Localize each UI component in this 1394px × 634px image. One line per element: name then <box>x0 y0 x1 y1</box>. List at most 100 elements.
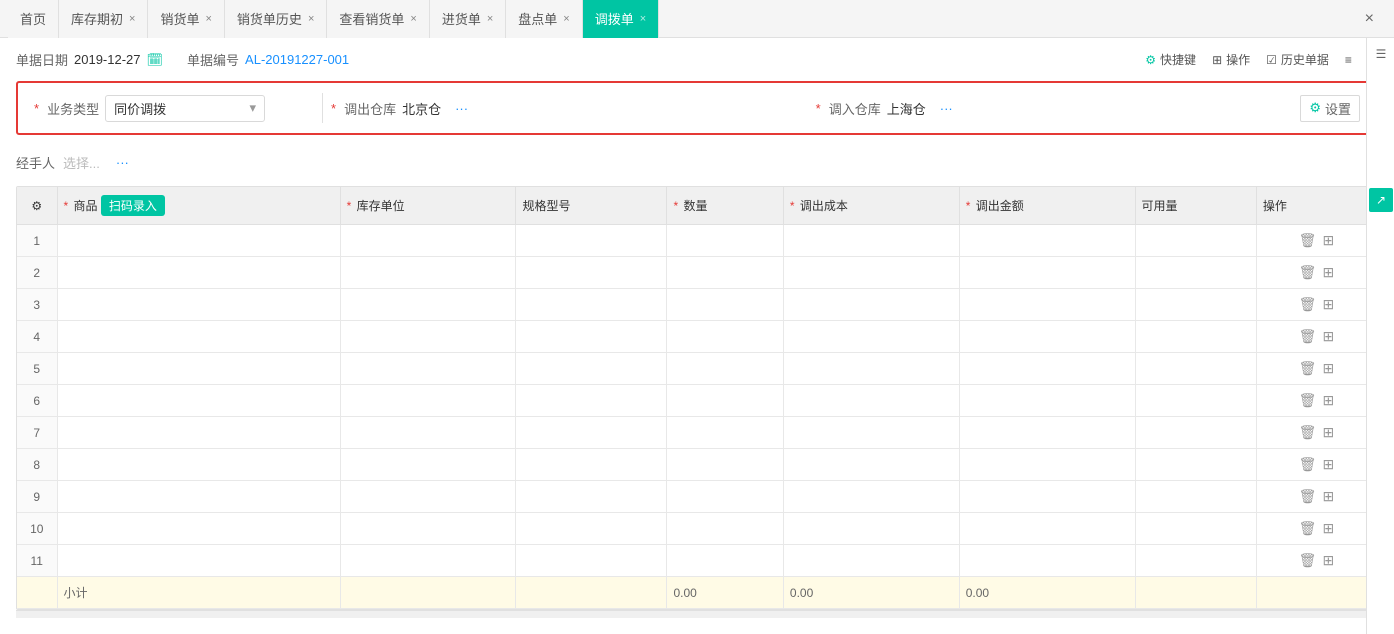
tab-close-inventory-init[interactable]: × <box>129 13 135 25</box>
shortcut-btn[interactable]: ⚙ 快捷键 <box>1145 51 1196 68</box>
delete-icon[interactable]: 🗑 <box>1299 552 1317 569</box>
copy-icon[interactable]: ⊞ <box>1322 264 1334 281</box>
person-more-btn[interactable]: ··· <box>116 155 129 170</box>
delete-icon[interactable]: 🗑 <box>1299 296 1317 313</box>
copy-icon[interactable]: ⊞ <box>1322 488 1334 505</box>
tab-inventory-check[interactable]: 盘点单 × <box>506 0 582 38</box>
table-row: 10🗑⊞ <box>17 513 1377 545</box>
tab-close-sales-history[interactable]: × <box>308 13 314 25</box>
person-label: 经手人 <box>16 153 55 172</box>
table-row: 2🗑⊞ <box>17 257 1377 289</box>
horizontal-scrollbar[interactable] <box>16 610 1378 618</box>
tab-transfer-order[interactable]: 调拨单 × <box>583 0 659 38</box>
person-select[interactable]: 选择... <box>63 153 100 172</box>
copy-icon[interactable]: ⊞ <box>1322 392 1334 409</box>
copy-icon[interactable]: ⊞ <box>1322 296 1334 313</box>
subtotal-amount: 0.00 <box>959 577 1135 609</box>
settings-gear-icon: ⚙ <box>1309 100 1321 116</box>
business-type-label: 业务类型 <box>47 99 99 118</box>
operations-btn[interactable]: ⊞ 操作 <box>1212 51 1250 68</box>
data-table-container: ⚙ * 商品 扫码录入 * 库存单位 规格型号 * <box>16 186 1378 610</box>
sidebar-export-btn[interactable]: ↗ <box>1369 188 1393 212</box>
tab-bar: 首页 库存期初 × 销货单 × 销货单历史 × 查看销货单 × 进货单 × 盘点… <box>0 0 1394 38</box>
date-field: 单据日期 2019-12-27 🗓 <box>16 50 163 69</box>
delete-icon[interactable]: 🗑 <box>1299 328 1317 345</box>
table-row: 9🗑⊞ <box>17 481 1377 513</box>
copy-icon[interactable]: ⊞ <box>1322 328 1334 345</box>
transfer-out-value: 北京仓 <box>402 99 441 118</box>
date-value: 2019-12-27 <box>74 52 141 67</box>
transfer-in-value: 上海仓 <box>887 99 926 118</box>
table-row: 4🗑⊞ <box>17 321 1377 353</box>
tab-sales-history[interactable]: 销货单历史 × <box>225 0 327 38</box>
table-row: 7🗑⊞ <box>17 417 1377 449</box>
history-btn[interactable]: ☑ 历史单据 <box>1266 51 1329 68</box>
main-content: 单据日期 2019-12-27 🗓 单据编号 AL-20191227-001 ⚙… <box>0 38 1394 630</box>
business-type-group: * 业务类型 同价调拨 ▾ <box>34 95 314 122</box>
grid-icon: ⊞ <box>1212 53 1222 67</box>
delete-icon[interactable]: 🗑 <box>1299 360 1317 377</box>
table-body: 1🗑⊞ 2🗑⊞ 3🗑⊞ 4🗑⊞ 5🗑⊞ 6🗑⊞ 7🗑⊞ 8🗑⊞ 9🗑⊞ 10🗑⊞… <box>17 225 1377 609</box>
delete-icon[interactable]: 🗑 <box>1299 392 1317 409</box>
tab-close-view-sales[interactable]: × <box>410 13 416 25</box>
copy-icon[interactable]: ⊞ <box>1322 424 1334 441</box>
tab-inventory-init[interactable]: 库存期初 × <box>59 0 148 38</box>
settings-btn[interactable]: ⚙ 设置 <box>1300 95 1360 122</box>
tab-close-sales-order[interactable]: × <box>205 13 211 25</box>
toolbar-right: ⚙ 快捷键 ⊞ 操作 ☑ 历史单据 ≡ ⊟ <box>1145 51 1378 68</box>
calendar-icon[interactable]: 🗓 <box>147 52 164 68</box>
transfer-out-label: 调出仓库 <box>344 99 396 118</box>
layout-btn1[interactable]: ≡ <box>1345 53 1352 67</box>
layout-icon1: ≡ <box>1345 53 1352 67</box>
gear-icon: ⚙ <box>1145 53 1156 67</box>
tab-home[interactable]: 首页 <box>8 0 59 38</box>
transfer-out-more-btn[interactable]: ··· <box>455 101 468 116</box>
settings-icon: ⚙ <box>31 199 42 213</box>
delete-icon[interactable]: 🗑 <box>1299 424 1317 441</box>
delete-icon[interactable]: 🗑 <box>1299 264 1317 281</box>
delete-icon[interactable]: 🗑 <box>1299 232 1317 249</box>
form-divider1 <box>322 93 323 123</box>
tab-close-inventory-check[interactable]: × <box>563 13 569 25</box>
number-value: AL-20191227-001 <box>245 52 349 67</box>
tab-sales-order[interactable]: 销货单 × <box>148 0 224 38</box>
copy-icon[interactable]: ⊞ <box>1322 456 1334 473</box>
copy-icon[interactable]: ⊞ <box>1322 520 1334 537</box>
th-transfer-amount: * 调出金额 <box>959 187 1135 225</box>
export-icon: ↗ <box>1376 193 1386 207</box>
subtotal-label: 小计 <box>57 577 340 609</box>
form-section: * 业务类型 同价调拨 ▾ * 调出仓库 北京仓 ··· * 调入仓库 上海仓 … <box>16 81 1378 135</box>
th-unit: * 库存单位 <box>340 187 516 225</box>
number-label: 单据编号 <box>187 50 239 69</box>
sidebar-list-btn[interactable]: ☰ <box>1369 42 1393 66</box>
scan-btn[interactable]: 扫码录入 <box>101 195 165 216</box>
date-label: 单据日期 <box>16 50 68 69</box>
right-sidebar: ☰ ↗ <box>1366 38 1394 634</box>
copy-icon[interactable]: ⊞ <box>1322 360 1334 377</box>
subtotal-row: 小计 0.00 0.00 0.00 <box>17 577 1377 609</box>
copy-icon[interactable]: ⊞ <box>1322 232 1334 249</box>
subtotal-quantity: 0.00 <box>667 577 783 609</box>
th-actions: 操作 <box>1256 187 1376 225</box>
tab-view-sales[interactable]: 查看销货单 × <box>327 0 429 38</box>
copy-icon[interactable]: ⊞ <box>1322 552 1334 569</box>
delete-icon[interactable]: 🗑 <box>1299 520 1317 537</box>
tab-purchase-order[interactable]: 进货单 × <box>430 0 506 38</box>
transfer-in-more-btn[interactable]: ··· <box>940 101 953 116</box>
th-settings[interactable]: ⚙ <box>17 187 57 225</box>
list-icon: ☰ <box>1376 47 1387 61</box>
chevron-down-icon: ▾ <box>250 100 257 116</box>
person-field: 经手人 选择... ··· <box>16 153 129 172</box>
required-star-business: * <box>34 101 39 116</box>
th-spec: 规格型号 <box>516 187 667 225</box>
tab-close-purchase[interactable]: × <box>487 13 493 25</box>
transfer-in-label: 调入仓库 <box>829 99 881 118</box>
table-header: ⚙ * 商品 扫码录入 * 库存单位 规格型号 * <box>17 187 1377 225</box>
tab-close-transfer[interactable]: × <box>640 13 646 25</box>
window-close-btn[interactable]: × <box>1353 10 1386 28</box>
delete-icon[interactable]: 🗑 <box>1299 456 1317 473</box>
delete-icon[interactable]: 🗑 <box>1299 488 1317 505</box>
table-row: 8🗑⊞ <box>17 449 1377 481</box>
table-row: 6🗑⊞ <box>17 385 1377 417</box>
business-type-dropdown[interactable]: 同价调拨 ▾ <box>105 95 265 122</box>
